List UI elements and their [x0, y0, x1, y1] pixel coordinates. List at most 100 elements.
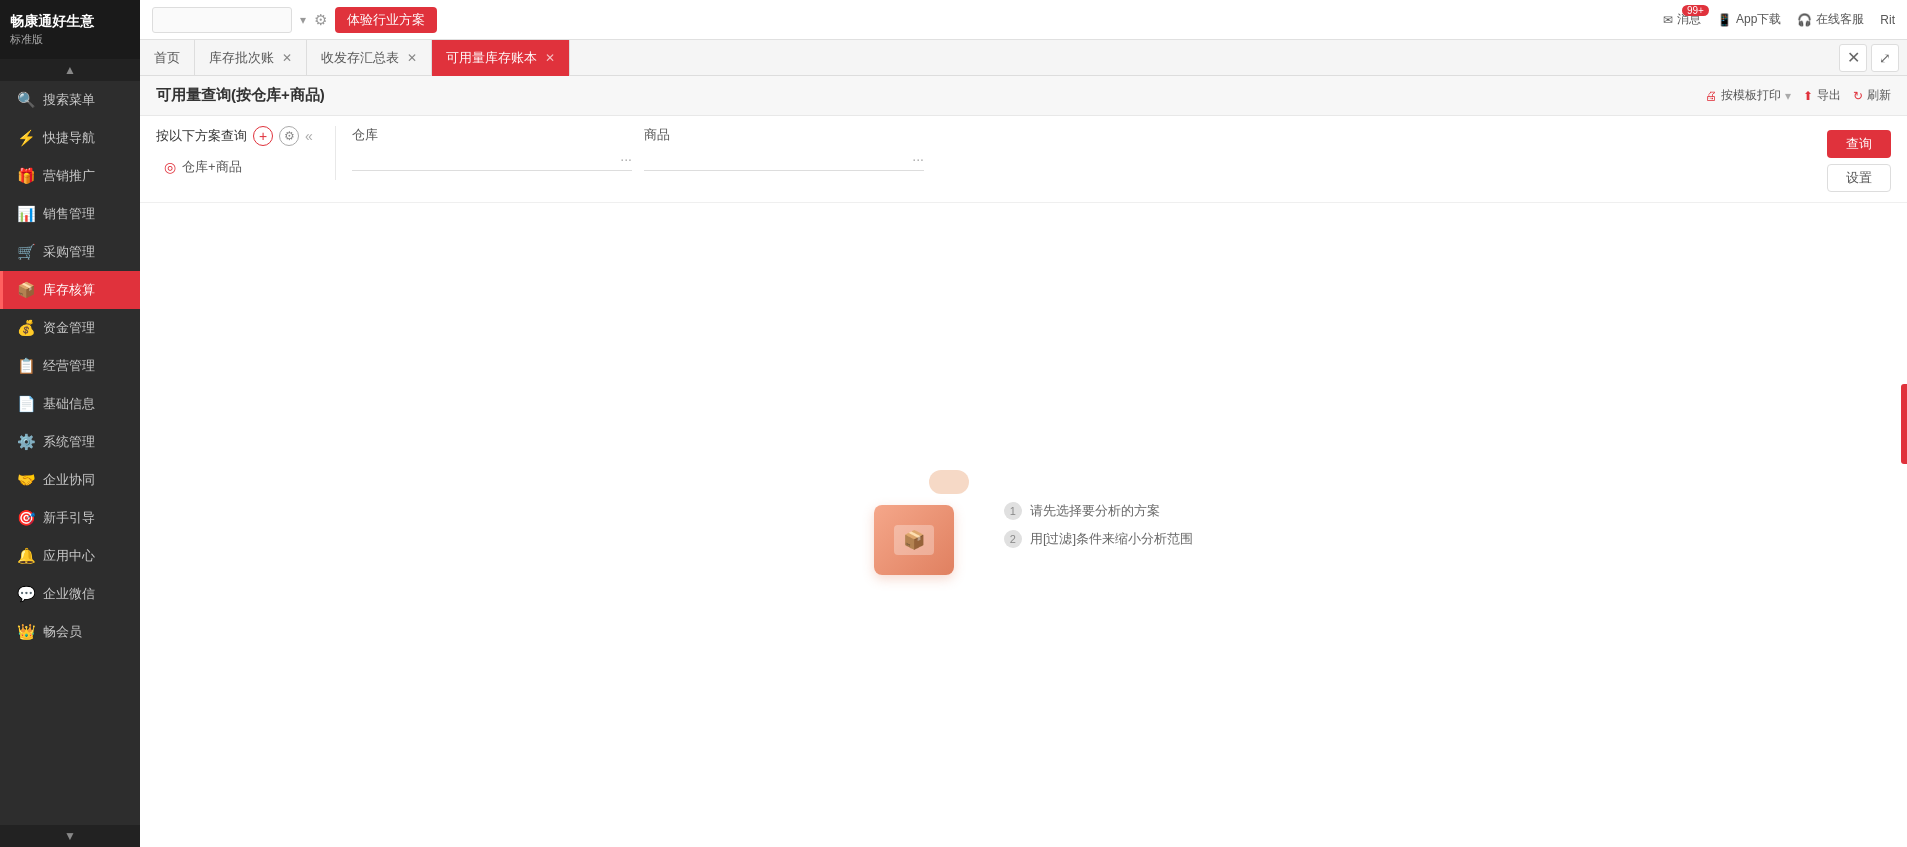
- app-download-button[interactable]: 📱 App下载: [1717, 11, 1781, 28]
- message-badge: 99+: [1682, 5, 1709, 16]
- sidebar-item-sales[interactable]: 📊 销售管理: [0, 195, 140, 233]
- collapse-icon[interactable]: «: [305, 128, 313, 144]
- add-scheme-button[interactable]: +: [253, 126, 273, 146]
- scheme-settings-button[interactable]: ⚙: [279, 126, 299, 146]
- sidebar-item-shortcuts[interactable]: ⚡快捷导航: [0, 119, 140, 157]
- export-label: 导出: [1817, 87, 1841, 104]
- scheme-item-warehouse-goods[interactable]: ◎ 仓库+商品: [156, 154, 325, 180]
- username: Rit: [1880, 13, 1895, 27]
- topbar-search-input[interactable]: [152, 7, 292, 33]
- tabbar-actions: ✕ ⤢: [1839, 44, 1907, 72]
- brand-name: 畅康通好生意: [10, 12, 130, 32]
- refresh-button[interactable]: ↻ 刷新: [1853, 87, 1891, 104]
- scroll-up-icon[interactable]: ▲: [64, 63, 76, 77]
- sidebar-icon-purchase: 🛒: [17, 243, 35, 261]
- main-area: ▾ ⚙ 体验行业方案 ✉ 消息 99+ 📱 App下载 🎧 在线客服 Rit 首…: [140, 0, 1907, 847]
- sidebar-item-purchase[interactable]: 🛒 采购管理: [0, 233, 140, 271]
- empty-tip-2: 2 用[过滤]条件来缩小分析范围: [1004, 530, 1193, 548]
- sidebar-icon-sales: 📊: [17, 205, 35, 223]
- topbar: ▾ ⚙ 体验行业方案 ✉ 消息 99+ 📱 App下载 🎧 在线客服 Rit: [140, 0, 1907, 40]
- page-content: 可用量查询(按仓库+商品) 🖨 按模板打印 ▾ ⬆ 导出 ↻ 刷新: [140, 76, 1907, 847]
- topbar-chevron-icon[interactable]: ▾: [300, 13, 306, 27]
- tab-batch_accounts[interactable]: 库存批次账✕: [195, 40, 307, 76]
- empty-illustration: 📦: [854, 465, 974, 585]
- expand-button[interactable]: ⤢: [1871, 44, 1899, 72]
- sidebar-item-marketing[interactable]: 🎁营销推广: [0, 157, 140, 195]
- filter-scheme-panel: 按以下方案查询 + ⚙ « ◎ 仓库+商品: [156, 126, 336, 180]
- scheme-item-label: 仓库+商品: [182, 158, 242, 176]
- sidebar-item-apps[interactable]: 🔔应用中心: [0, 537, 140, 575]
- sidebar-item-operations[interactable]: 📋经营管理: [0, 347, 140, 385]
- print-label: 按模板打印: [1721, 87, 1781, 104]
- sidebar-item-basic[interactable]: 📄基础信息: [0, 385, 140, 423]
- online-service-button[interactable]: 🎧 在线客服: [1797, 11, 1864, 28]
- sidebar-item-finance[interactable]: 💰资金管理: [0, 309, 140, 347]
- goods-label: 商品: [644, 126, 924, 144]
- scroll-down-icon[interactable]: ▼: [64, 829, 76, 843]
- sidebar-label-wechat: 企业微信: [43, 585, 95, 603]
- scheme-item-icon: ◎: [164, 159, 176, 175]
- sidebar-item-wechat[interactable]: 💬企业微信: [0, 575, 140, 613]
- sidebar-label-newbie: 新手引导: [43, 509, 95, 527]
- warehouse-more-icon[interactable]: ···: [620, 151, 632, 167]
- tab-available_stock[interactable]: 可用量库存账本✕: [432, 40, 570, 76]
- print-chevron-icon[interactable]: ▾: [1785, 89, 1791, 103]
- tab-close-receipt_summary[interactable]: ✕: [407, 51, 417, 65]
- sidebar-item-search[interactable]: 🔍搜索菜单: [0, 81, 140, 119]
- app-label: App下载: [1736, 11, 1781, 28]
- sidebar-label-sales: 销售管理: [43, 205, 95, 223]
- scheme-header-label: 按以下方案查询: [156, 127, 247, 145]
- tab-home[interactable]: 首页: [140, 40, 195, 76]
- page-header: 可用量查询(按仓库+商品) 🖨 按模板打印 ▾ ⬆ 导出 ↻ 刷新: [140, 76, 1907, 116]
- sidebar-label-enterprise: 企业协同: [43, 471, 95, 489]
- sidebar-icon-apps: 🔔: [17, 547, 35, 565]
- filter-scheme-header: 按以下方案查询 + ⚙ «: [156, 126, 325, 146]
- topbar-gear-icon[interactable]: ⚙: [314, 11, 327, 29]
- empty-tip-1: 1 请先选择要分析的方案: [1004, 502, 1193, 520]
- goods-more-icon[interactable]: ···: [912, 151, 924, 167]
- sidebar-label-system: 系统管理: [43, 433, 95, 451]
- tab-close-batch_accounts[interactable]: ✕: [282, 51, 292, 65]
- sidebar-item-newbie[interactable]: 🎯新手引导: [0, 499, 140, 537]
- sidebar-label-marketing: 营销推广: [43, 167, 95, 185]
- sidebar-item-enterprise[interactable]: 🤝 企业协同: [0, 461, 140, 499]
- tabbar: 首页库存批次账✕收发存汇总表✕可用量库存账本✕ ✕ ⤢: [140, 40, 1907, 76]
- filter-fields: 仓库 ··· 商品 ···: [352, 126, 1811, 171]
- sidebar-item-inventory[interactable]: 📦库存核算: [0, 271, 140, 309]
- message-button[interactable]: ✉ 消息 99+: [1663, 11, 1701, 28]
- export-icon: ⬆: [1803, 89, 1813, 103]
- tab-close-available_stock[interactable]: ✕: [545, 51, 555, 65]
- sidebar-icon-system: ⚙️: [17, 433, 35, 451]
- sidebar-icon-enterprise: 🤝: [17, 471, 35, 489]
- tab-receipt_summary[interactable]: 收发存汇总表 ✕: [307, 40, 432, 76]
- tip-number-1: 1: [1004, 502, 1022, 520]
- tab-label-home: 首页: [154, 49, 180, 67]
- topbar-right: ✉ 消息 99+ 📱 App下载 🎧 在线客服 Rit: [1663, 11, 1895, 28]
- query-button[interactable]: 查询: [1827, 130, 1891, 158]
- filter-settings-button[interactable]: 设置: [1827, 164, 1891, 192]
- goods-filter-field: 商品 ···: [644, 126, 924, 171]
- sidebar-item-member[interactable]: 👑畅会员: [0, 613, 140, 651]
- goods-input-area[interactable]: ···: [644, 148, 924, 171]
- warehouse-input-area[interactable]: ···: [352, 148, 632, 171]
- industry-solution-button[interactable]: 体验行业方案: [335, 7, 437, 33]
- sidebar-icon-shortcuts: ⚡: [17, 129, 35, 147]
- user-menu[interactable]: Rit: [1880, 13, 1895, 27]
- right-edge-scrollbar: [1901, 384, 1907, 464]
- sidebar-label-member: 畅会员: [43, 623, 82, 641]
- sidebar-label-finance: 资金管理: [43, 319, 95, 337]
- export-button[interactable]: ⬆ 导出: [1803, 87, 1841, 104]
- app-icon: 📱: [1717, 13, 1732, 27]
- sidebar-label-purchase: 采购管理: [43, 243, 95, 261]
- empty-tips: 1 请先选择要分析的方案 2 用[过滤]条件来缩小分析范围: [1004, 502, 1193, 548]
- filter-area: 按以下方案查询 + ⚙ « ◎ 仓库+商品 仓库 ··: [140, 116, 1907, 203]
- topbar-search-area: [152, 7, 292, 33]
- sidebar-nav: 🔍搜索菜单⚡快捷导航🎁营销推广 📊 销售管理 🛒 采购管理 📦库存核算💰资金管理📋经营管理…: [0, 81, 140, 825]
- page-actions: 🖨 按模板打印 ▾ ⬆ 导出 ↻ 刷新: [1705, 87, 1891, 104]
- print-icon: 🖨: [1705, 89, 1717, 103]
- close-all-tabs-button[interactable]: ✕: [1839, 44, 1867, 72]
- print-template-button[interactable]: 🖨 按模板打印 ▾: [1705, 87, 1791, 104]
- sidebar-item-system[interactable]: ⚙️ 系统管理: [0, 423, 140, 461]
- tip-number-2: 2: [1004, 530, 1022, 548]
- tab-label-receipt_summary: 收发存汇总表: [321, 49, 399, 67]
